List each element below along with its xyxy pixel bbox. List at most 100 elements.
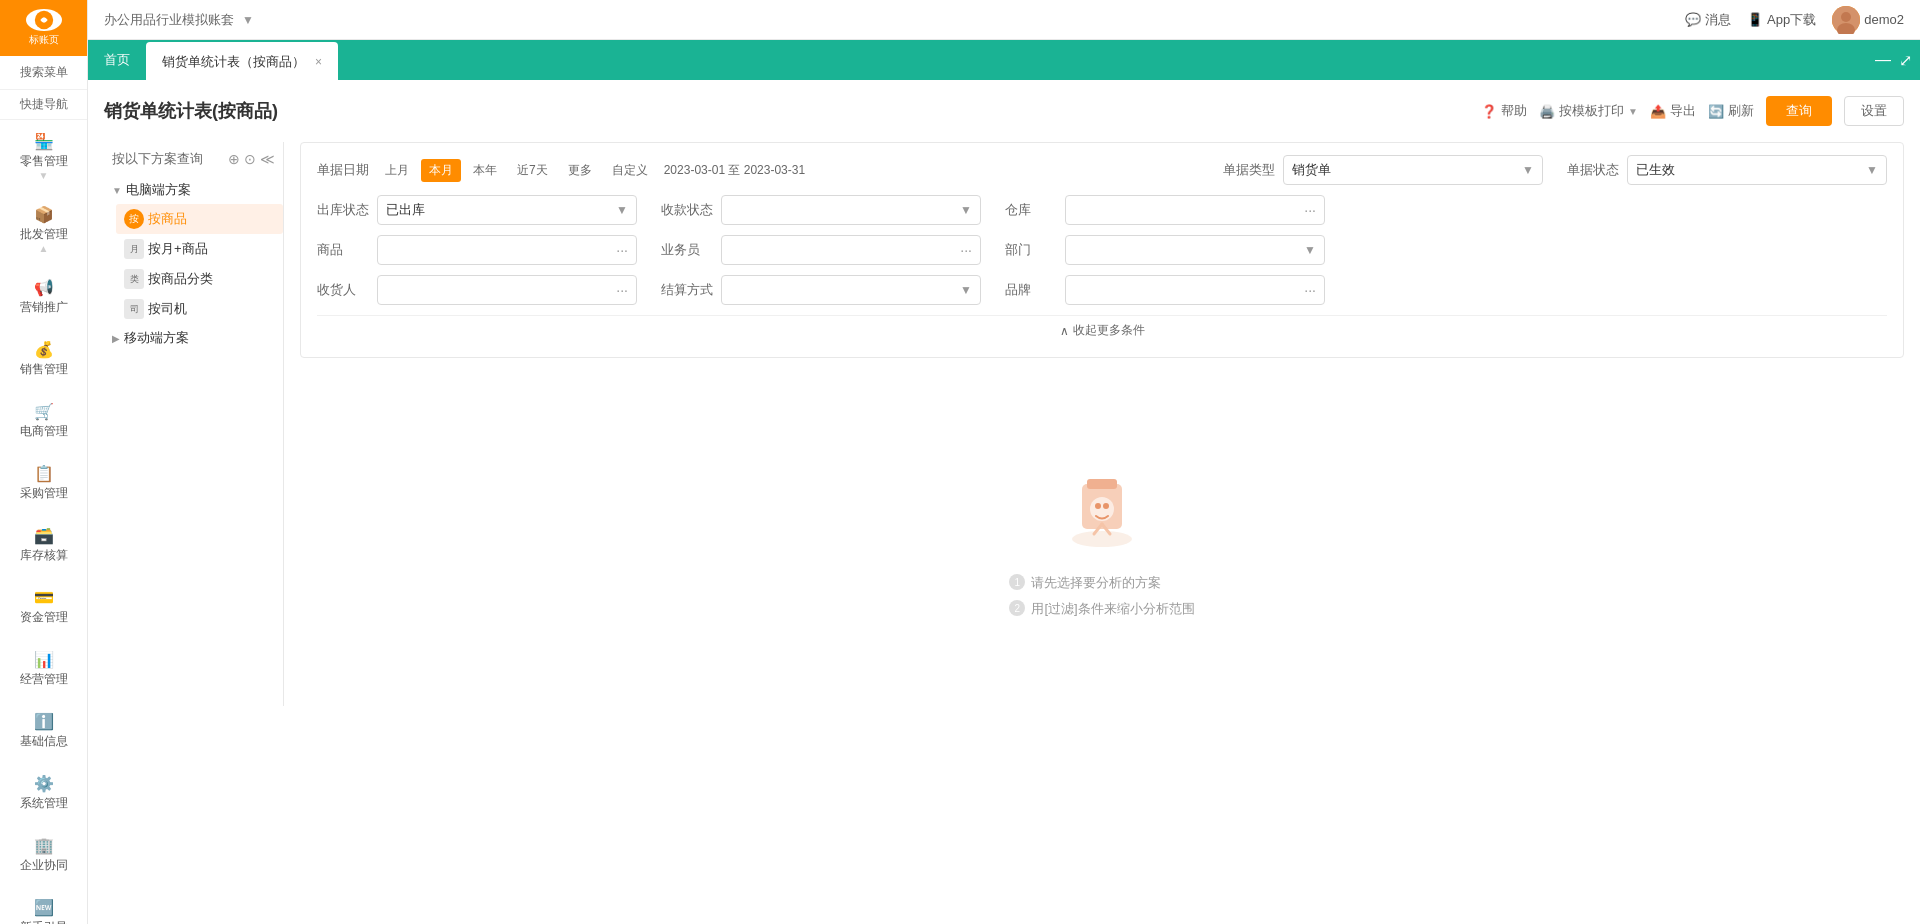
marketing-label: 营销推广 <box>20 299 68 316</box>
refresh-btn[interactable]: 🔄 刷新 <box>1708 102 1754 120</box>
filter-payment-method: 结算方式 ▼ <box>661 275 981 305</box>
export-label: 导出 <box>1670 102 1696 120</box>
tree-node-pc-row[interactable]: ▼ 电脑端方案 <box>104 176 283 204</box>
svg-point-8 <box>1095 503 1101 509</box>
sidebar-quick-nav[interactable]: 快捷导航 <box>0 90 87 120</box>
warehouse-out-control[interactable]: 已出库 ▼ <box>377 195 637 225</box>
collapse-panel-btn[interactable]: ≪ <box>260 151 275 167</box>
salesperson-control[interactable]: ··· <box>721 235 981 265</box>
payment-label: 收款状态 <box>661 201 721 219</box>
settings-button[interactable]: 设置 <box>1844 96 1904 126</box>
tree-child-by-driver[interactable]: 司 按司机 <box>116 294 283 324</box>
date-btn-last-month[interactable]: 上月 <box>377 159 417 182</box>
filter-row-4: 收货人 ··· 结算方式 ▼ <box>317 275 1887 305</box>
brand-control[interactable]: ··· <box>1065 275 1325 305</box>
tab-home-label: 首页 <box>104 51 130 69</box>
sidebar-item-operations[interactable]: 📊 经营管理 <box>0 638 87 700</box>
by-category-label: 按商品分类 <box>148 270 213 288</box>
date-btn-this-month[interactable]: 本月 <box>421 159 461 182</box>
brand-label: 品牌 <box>1005 281 1065 299</box>
export-btn[interactable]: 📤 导出 <box>1650 102 1696 120</box>
sidebar-item-guide[interactable]: 🆕 新手引导 <box>0 886 87 924</box>
filter-row-2: 出库状态 已出库 ▼ 收款状态 ▼ <box>317 195 1887 225</box>
sidebar-item-system[interactable]: ⚙️ 系统管理 <box>0 762 87 824</box>
payment-control[interactable]: ▼ <box>721 195 981 225</box>
goods-control[interactable]: ··· <box>377 235 637 265</box>
tree-node-mobile-row[interactable]: ▶ 移动端方案 <box>104 324 283 352</box>
sidebar-item-inventory[interactable]: 🗃️ 库存核算 <box>0 514 87 576</box>
filter-section: 单据日期 上月 本月 本年 近7天 更多 自定义 2023-03-01 至 20… <box>300 142 1904 358</box>
salesperson-dots: ··· <box>960 242 972 258</box>
date-btn-custom[interactable]: 自定义 <box>604 159 656 182</box>
date-btn-7days[interactable]: 近7天 <box>509 159 556 182</box>
tab-close-btn[interactable]: × <box>315 55 322 69</box>
warehouse-out-value: 已出库 <box>386 201 616 219</box>
tab-active[interactable]: 销货单统计表（按商品） × <box>146 42 338 82</box>
tree-arrow-pc: ▼ <box>112 185 122 196</box>
by-month-goods-label: 按月+商品 <box>148 240 208 258</box>
tab-home[interactable]: 首页 <box>88 40 146 80</box>
message-btn[interactable]: 💬 消息 <box>1685 11 1731 29</box>
doc-status-label: 单据状态 <box>1567 161 1627 179</box>
enterprise-icon: 🏢 <box>34 836 54 855</box>
sidebar-item-wholesale[interactable]: 📦 批发管理 ▲ <box>0 193 87 266</box>
sidebar-item-sales[interactable]: 💰 销售管理 <box>0 328 87 390</box>
app-dropdown-btn[interactable]: ▼ <box>242 13 254 27</box>
filter-row-1: 单据日期 上月 本月 本年 近7天 更多 自定义 2023-03-01 至 20… <box>317 155 1887 185</box>
empty-tip-1: 1 请先选择要分析的方案 <box>1009 574 1194 592</box>
tip-1-text: 请先选择要分析的方案 <box>1031 574 1161 592</box>
doc-status-control[interactable]: 已生效 ▼ <box>1627 155 1887 185</box>
date-btn-this-year[interactable]: 本年 <box>465 159 505 182</box>
doc-status-value: 已生效 <box>1636 161 1866 179</box>
dept-control[interactable]: ▼ <box>1065 235 1325 265</box>
user-menu[interactable]: demo2 <box>1832 6 1904 34</box>
collapse-bar[interactable]: ∧ 收起更多条件 <box>317 315 1887 345</box>
main-content: 销货单统计表(按商品) ❓ 帮助 🖨️ 按模板打印 ▼ 📤 导出 <box>88 80 1920 924</box>
warehouse-control[interactable]: ··· <box>1065 195 1325 225</box>
tree-child-by-month-goods[interactable]: 月 按月+商品 <box>116 234 283 264</box>
sales-icon: 💰 <box>34 340 54 359</box>
svg-point-9 <box>1103 503 1109 509</box>
header-right: 💬 消息 📱 App下载 demo2 <box>1685 6 1904 34</box>
inventory-icon: 🗃️ <box>34 526 54 545</box>
sidebar-item-purchase[interactable]: 📋 采购管理 <box>0 452 87 514</box>
wholesale-icon: 📦 <box>34 205 54 224</box>
goods-dots: ··· <box>616 242 628 258</box>
search-menu-label[interactable]: 搜索菜单 <box>0 64 87 81</box>
brand-dots: ··· <box>1304 282 1316 298</box>
purchase-label: 采购管理 <box>20 485 68 502</box>
help-btn[interactable]: ❓ 帮助 <box>1481 102 1527 120</box>
export-icon: 📤 <box>1650 104 1666 119</box>
svg-rect-6 <box>1087 479 1117 489</box>
print-btn[interactable]: 🖨️ 按模板打印 ▼ <box>1539 102 1638 120</box>
settings-scheme-btn[interactable]: ⊙ <box>244 151 256 167</box>
payment-method-control[interactable]: ▼ <box>721 275 981 305</box>
sidebar-item-ecommerce[interactable]: 🛒 电商管理 <box>0 390 87 452</box>
tree-child-by-category[interactable]: 类 按商品分类 <box>116 264 283 294</box>
sidebar-search[interactable]: 搜索菜单 <box>0 56 87 90</box>
tab-minimize-btn[interactable]: — <box>1875 51 1891 69</box>
help-label: 帮助 <box>1501 102 1527 120</box>
sidebar-item-finance[interactable]: 💳 资金管理 <box>0 576 87 638</box>
filter-brand: 品牌 ··· <box>1005 275 1325 305</box>
query-button[interactable]: 查询 <box>1766 96 1832 126</box>
refresh-label: 刷新 <box>1728 102 1754 120</box>
print-label: 按模板打印 <box>1559 102 1624 120</box>
sidebar-item-marketing[interactable]: 📢 营销推广 <box>0 266 87 328</box>
recipient-control[interactable]: ··· <box>377 275 637 305</box>
guide-icon: 🆕 <box>34 898 54 917</box>
add-scheme-btn[interactable]: ⊕ <box>228 151 240 167</box>
sidebar-item-enterprise[interactable]: 🏢 企业协同 <box>0 824 87 886</box>
print-dropdown-icon[interactable]: ▼ <box>1628 106 1638 117</box>
doc-type-control[interactable]: 销货单 ▼ <box>1283 155 1543 185</box>
tab-maximize-btn[interactable]: ⤢ <box>1899 51 1912 70</box>
app-download-label: App下载 <box>1767 11 1816 29</box>
tree-child-by-goods[interactable]: 按 按商品 <box>116 204 283 234</box>
date-btn-more[interactable]: 更多 <box>560 159 600 182</box>
sidebar-item-basic[interactable]: ℹ️ 基础信息 <box>0 700 87 762</box>
filter-date: 单据日期 上月 本月 本年 近7天 更多 自定义 2023-03-01 至 20… <box>317 159 1199 182</box>
app-download-btn[interactable]: 📱 App下载 <box>1747 11 1816 29</box>
print-icon: 🖨️ <box>1539 104 1555 119</box>
sidebar-item-retail[interactable]: 🏪 零售管理 ▼ <box>0 120 87 193</box>
basic-icon: ℹ️ <box>34 712 54 731</box>
